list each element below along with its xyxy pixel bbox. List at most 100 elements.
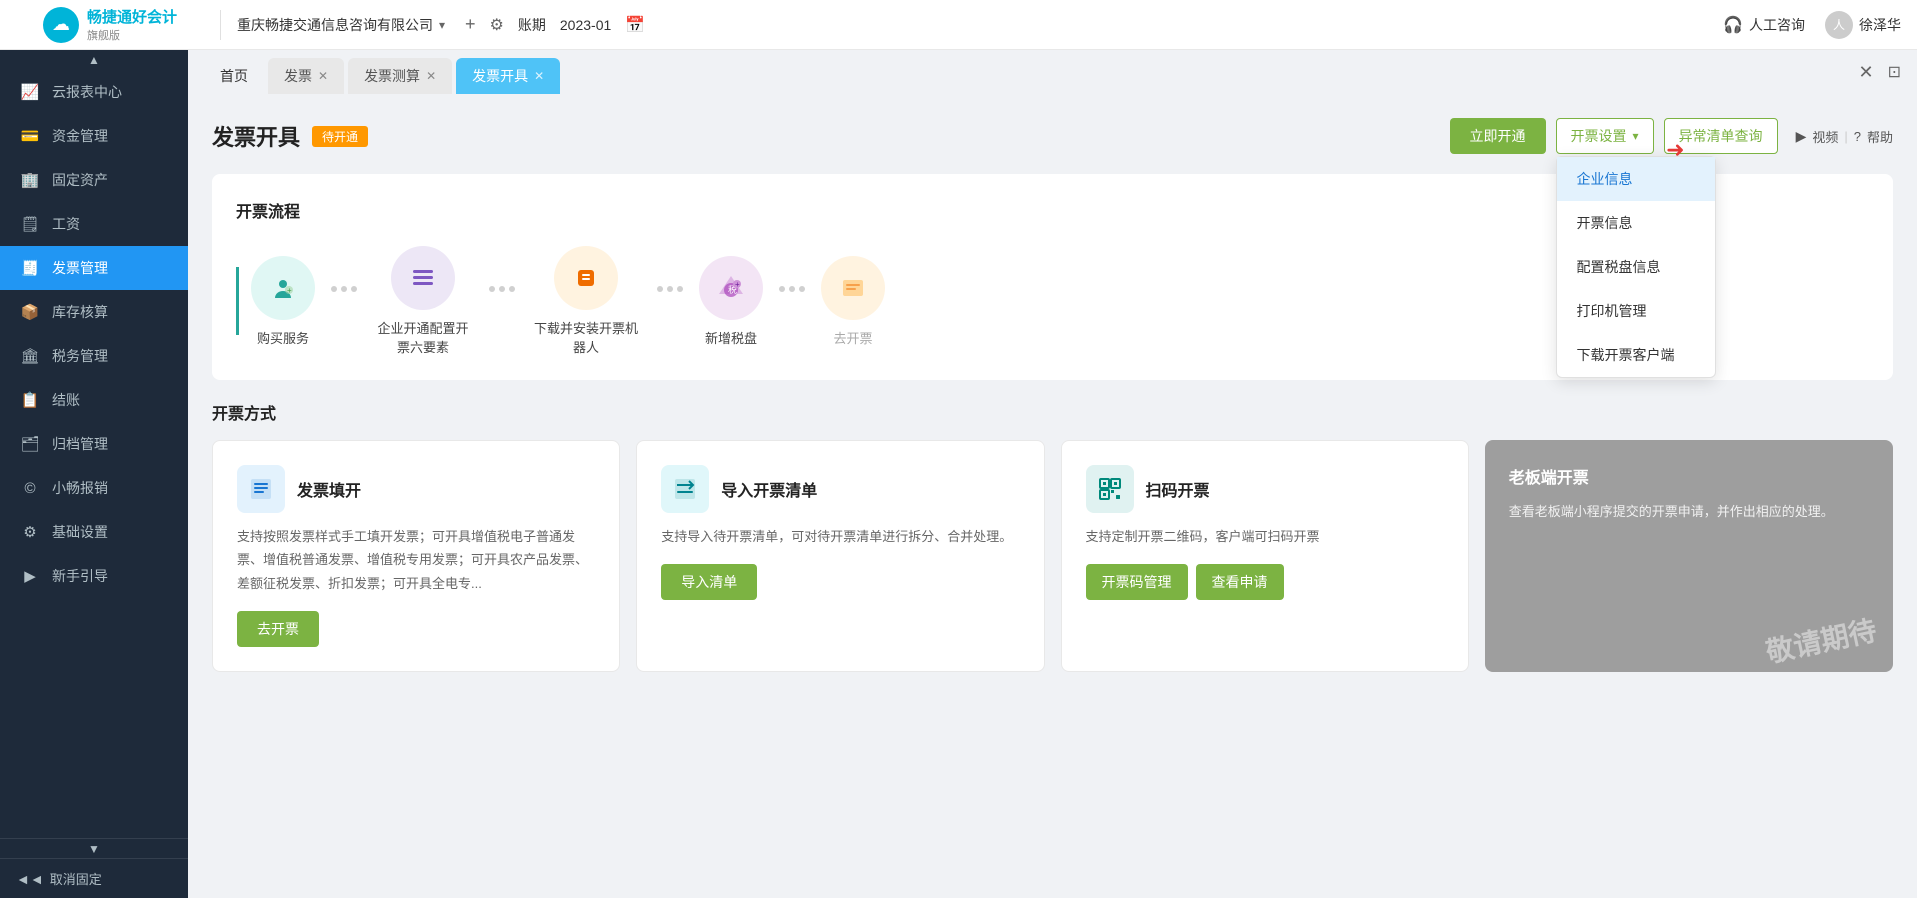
sidebar-item-fixed-assets[interactable]: 🏢 固定资产 [0,158,188,202]
company-name: 重庆畅捷交通信息咨询有限公司 [237,15,433,35]
dropdown-item-invoice-info[interactable]: 开票信息 [1557,201,1715,245]
sidebar-scroll-down[interactable]: ▼ [0,838,188,858]
sidebar-item-basic-settings[interactable]: ⚙ 基础设置 [0,510,188,554]
maximize-window-icon[interactable]: ⊡ [1888,62,1901,82]
sidebar-item-expense[interactable]: © 小畅报销 [0,466,188,510]
fixed-assets-icon: 🏢 [20,171,40,189]
tab-invoice-tool[interactable]: 发票开具 ✕ [456,58,560,94]
sidebar-item-label: 发票管理 [52,258,108,278]
tab-invoice-test[interactable]: 发票测算 ✕ [348,58,452,94]
dropdown-item-tax-disk[interactable]: 配置税盘信息 [1557,245,1715,289]
cancel-fixed-button[interactable]: ◄◄ 取消固定 [0,858,188,898]
flow-step-download: 下载并安装开票机器人 [531,246,641,356]
svg-text:+: + [735,280,740,289]
boss-invoice-title: 老板端开票 [1509,464,1869,488]
settings-dropdown-menu: ➜ 企业信息 开票信息 配置税盘信息 [1556,156,1716,378]
user-name: 徐泽华 [1859,15,1901,35]
sidebar-item-tax[interactable]: 🏛 税务管理 [0,334,188,378]
dropdown-item-printer-label: 打印机管理 [1557,289,1715,333]
settings-chevron-icon: ▾ [1633,129,1639,143]
dropdown-item-invoice-info-label: 开票信息 [1557,201,1715,245]
import-list-button[interactable]: 导入清单 [661,564,757,600]
play-icon[interactable]: ▶ [1796,128,1807,145]
invoice-icon: 🧾 [20,259,40,277]
step-tax-disk-label: 新增税盘 [705,328,757,347]
calendar-icon[interactable]: 📅 [625,15,645,35]
sidebar-item-settlement[interactable]: 📋 结账 [0,378,188,422]
sidebar-item-guide[interactable]: ▶ 新手引导 [0,554,188,598]
app-logo-icon: ☁ [43,7,79,43]
page-content: 发票开具 待开通 立即开通 开票设置 ▾ ➜ [188,94,1917,898]
add-company-icon[interactable]: + [465,14,476,35]
qr-manage-button[interactable]: 开票码管理 [1086,564,1188,600]
company-chevron-icon[interactable]: ▾ [439,18,445,32]
help-label[interactable]: 帮助 [1867,127,1893,146]
page-header: 发票开具 待开通 立即开通 开票设置 ▾ ➜ [212,118,1893,154]
sidebar-item-payroll[interactable]: 🗒 工资 [0,202,188,246]
step-border-accent [236,267,239,335]
sidebar-item-label: 库存核算 [52,302,108,322]
sidebar-item-label: 基础设置 [52,522,108,542]
view-apply-button[interactable]: 查看申请 [1196,564,1284,600]
video-help-area: ▶ 视频 | ? 帮助 [1796,127,1893,146]
step-go-invoice-label: 去开票 [833,328,872,347]
sidebar-item-inventory[interactable]: 📦 库存核算 [0,290,188,334]
overlay-text: 敬请期待 [1762,609,1880,671]
status-badge: 待开通 [312,126,368,147]
import-list-desc: 支持导入待开票清单，可对待开票清单进行拆分、合并处理。 [661,525,1019,548]
method-card-manual-fill: 发票填开 支持按照发票样式手工填开发票；可开具增值税电子普通发票、增值税普通发票… [212,440,620,672]
dropdown-item-company-info-label: 企业信息 [1557,157,1715,201]
import-list-icon [661,465,709,513]
import-list-title: 导入开票清单 [721,477,817,501]
settings-button[interactable]: 开票设置 ▾ [1556,118,1654,154]
settings-dropdown-wrapper: 开票设置 ▾ ➜ 企业信息 [1556,118,1654,154]
tab-bar: 首页 发票 ✕ 发票测算 ✕ 发票开具 ✕ ✕ ⊡ [188,50,1917,94]
period-label: 账期 [518,15,546,35]
basic-settings-icon: ⚙ [20,523,40,541]
activate-button[interactable]: 立即开通 [1450,118,1546,154]
methods-section-title: 开票方式 [212,400,1893,424]
consultant-button[interactable]: 🎧 人工咨询 [1723,15,1805,35]
flow-step-config: 企业开通配置开票六要素 [373,246,473,356]
go-invoice-button[interactable]: 去开票 [237,611,319,647]
method-card-scan-code: 扫码开票 支持定制开票二维码，客户端可扫码开票 开票码管理 查看申请 [1061,440,1469,672]
settings-icon[interactable]: ⚙ [490,15,504,35]
guide-icon: ▶ [20,567,40,585]
sidebar-item-label: 云报表中心 [52,82,122,102]
dropdown-item-company-info[interactable]: 企业信息 [1557,157,1715,201]
methods-grid: 发票填开 支持按照发票样式手工填开发票；可开具增值税电子普通发票、增值税普通发票… [212,440,1893,672]
manual-fill-title: 发票填开 [297,477,361,501]
sidebar: ▲ 📈 云报表中心 💳 资金管理 🏢 固定资产 🗒 工资 🧾 发票管理 [0,50,188,898]
sidebar-item-cloud-report[interactable]: 📈 云报表中心 [0,70,188,114]
app-title: 畅捷通好会计 [87,6,177,27]
user-menu[interactable]: 人 徐泽华 [1825,11,1901,39]
page-title: 发票开具 [212,120,300,152]
inventory-icon: 📦 [20,303,40,321]
step-go-invoice-icon [821,256,885,320]
dropdown-item-download-client[interactable]: 下载开票客户端 [1557,333,1715,377]
cancel-fixed-label: 取消固定 [50,869,102,888]
sidebar-item-invoice[interactable]: 🧾 发票管理 [0,246,188,290]
sidebar-item-label: 小畅报销 [52,478,108,498]
tab-home[interactable]: 首页 [204,58,264,94]
tab-invoice-test-close-icon[interactable]: ✕ [426,69,436,83]
step-config-label: 企业开通配置开票六要素 [373,318,473,356]
company-selector[interactable]: 重庆畅捷交通信息咨询有限公司 ▾ [237,15,445,35]
sidebar-item-fund[interactable]: 💳 资金管理 [0,114,188,158]
connector-4 [779,286,805,292]
expense-icon: © [20,480,40,497]
dropdown-item-printer[interactable]: 打印机管理 [1557,289,1715,333]
sidebar-nav: 📈 云报表中心 💳 资金管理 🏢 固定资产 🗒 工资 🧾 发票管理 📦 [0,70,188,838]
tab-invoice-label: 发票 [284,66,312,86]
sidebar-scroll-up[interactable]: ▲ [0,50,188,70]
video-label[interactable]: 视频 [1812,127,1838,146]
settlement-icon: 📋 [20,391,40,409]
close-window-icon[interactable]: ✕ [1859,62,1874,83]
sidebar-item-archive[interactable]: 🗂 归档管理 [0,422,188,466]
step-download-icon [554,246,618,310]
tab-invoice[interactable]: 发票 ✕ [268,58,344,94]
scan-code-icon [1086,465,1134,513]
tab-invoice-tool-close-icon[interactable]: ✕ [534,69,544,83]
app-subtitle: 旗舰版 [87,27,177,43]
tab-invoice-close-icon[interactable]: ✕ [318,69,328,83]
